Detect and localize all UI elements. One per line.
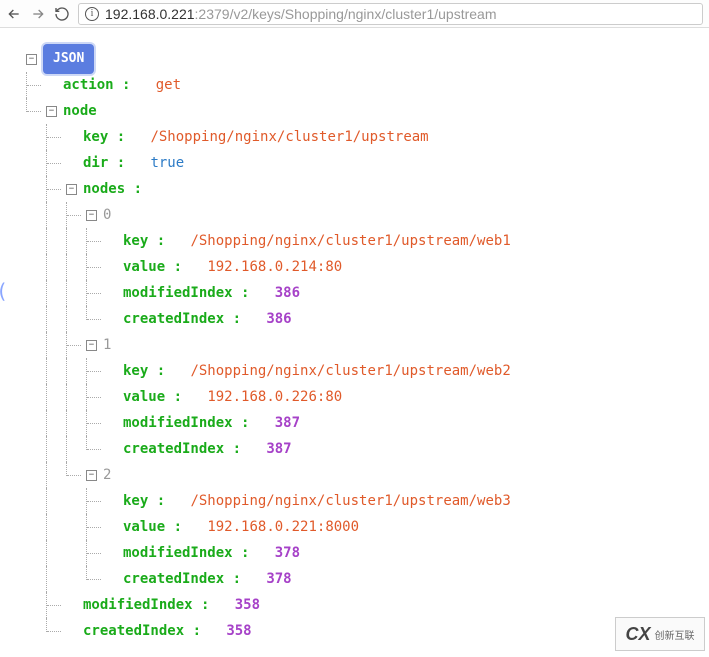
back-icon[interactable] xyxy=(6,6,22,22)
action-row: action : get xyxy=(6,72,703,98)
item-key-row: key : /Shopping/nginx/cluster1/upstream/… xyxy=(6,358,703,384)
url-text: 192.168.0.221:2379/v2/keys/Shopping/ngin… xyxy=(105,6,497,22)
collapse-toggle[interactable]: − xyxy=(66,184,77,195)
collapse-toggle[interactable]: − xyxy=(86,210,97,221)
array-index-row: − 2 xyxy=(6,462,703,488)
array-index-row: − 1 xyxy=(6,332,703,358)
item-createdindex-row: createdIndex : 378 xyxy=(6,566,703,592)
browser-toolbar: i 192.168.0.221:2379/v2/keys/Shopping/ng… xyxy=(0,0,709,28)
item-key-row: key : /Shopping/nginx/cluster1/upstream/… xyxy=(6,488,703,514)
node-dir-row: dir : true xyxy=(6,150,703,176)
site-info-icon[interactable]: i xyxy=(85,7,99,21)
item-key-row: key : /Shopping/nginx/cluster1/upstream/… xyxy=(6,228,703,254)
array-index-row: − 0 xyxy=(6,202,703,228)
collapse-toggle[interactable]: − xyxy=(86,340,97,351)
node-modifiedindex-row: modifiedIndex : 358 xyxy=(6,592,703,618)
watermark-logo: CX 创新互联 xyxy=(615,617,705,651)
reload-icon[interactable] xyxy=(54,6,70,22)
node-row: − node xyxy=(6,98,703,124)
collapse-toggle[interactable]: − xyxy=(46,106,57,117)
item-createdindex-row: createdIndex : 386 xyxy=(6,306,703,332)
json-badge: JSON xyxy=(43,44,94,74)
item-modifiedindex-row: modifiedIndex : 386 xyxy=(6,280,703,306)
collapse-toggle[interactable]: − xyxy=(86,470,97,481)
node-createdindex-row: createdIndex : 358 xyxy=(6,618,703,644)
item-value-row: value : 192.168.0.221:8000 xyxy=(6,514,703,540)
collapse-toggle[interactable]: − xyxy=(26,54,37,65)
nodes-row: − nodes : xyxy=(6,176,703,202)
item-modifiedindex-row: modifiedIndex : 387 xyxy=(6,410,703,436)
forward-icon[interactable] xyxy=(30,6,46,22)
address-bar[interactable]: i 192.168.0.221:2379/v2/keys/Shopping/ng… xyxy=(78,3,703,25)
item-createdindex-row: createdIndex : 387 xyxy=(6,436,703,462)
item-value-row: value : 192.168.0.214:80 xyxy=(6,254,703,280)
json-viewer: − JSON action : get − node key : /Shoppi… xyxy=(0,28,709,650)
node-key-row: key : /Shopping/nginx/cluster1/upstream xyxy=(6,124,703,150)
item-modifiedindex-row: modifiedIndex : 378 xyxy=(6,540,703,566)
root-row: − JSON xyxy=(6,46,703,72)
item-value-row: value : 192.168.0.226:80 xyxy=(6,384,703,410)
